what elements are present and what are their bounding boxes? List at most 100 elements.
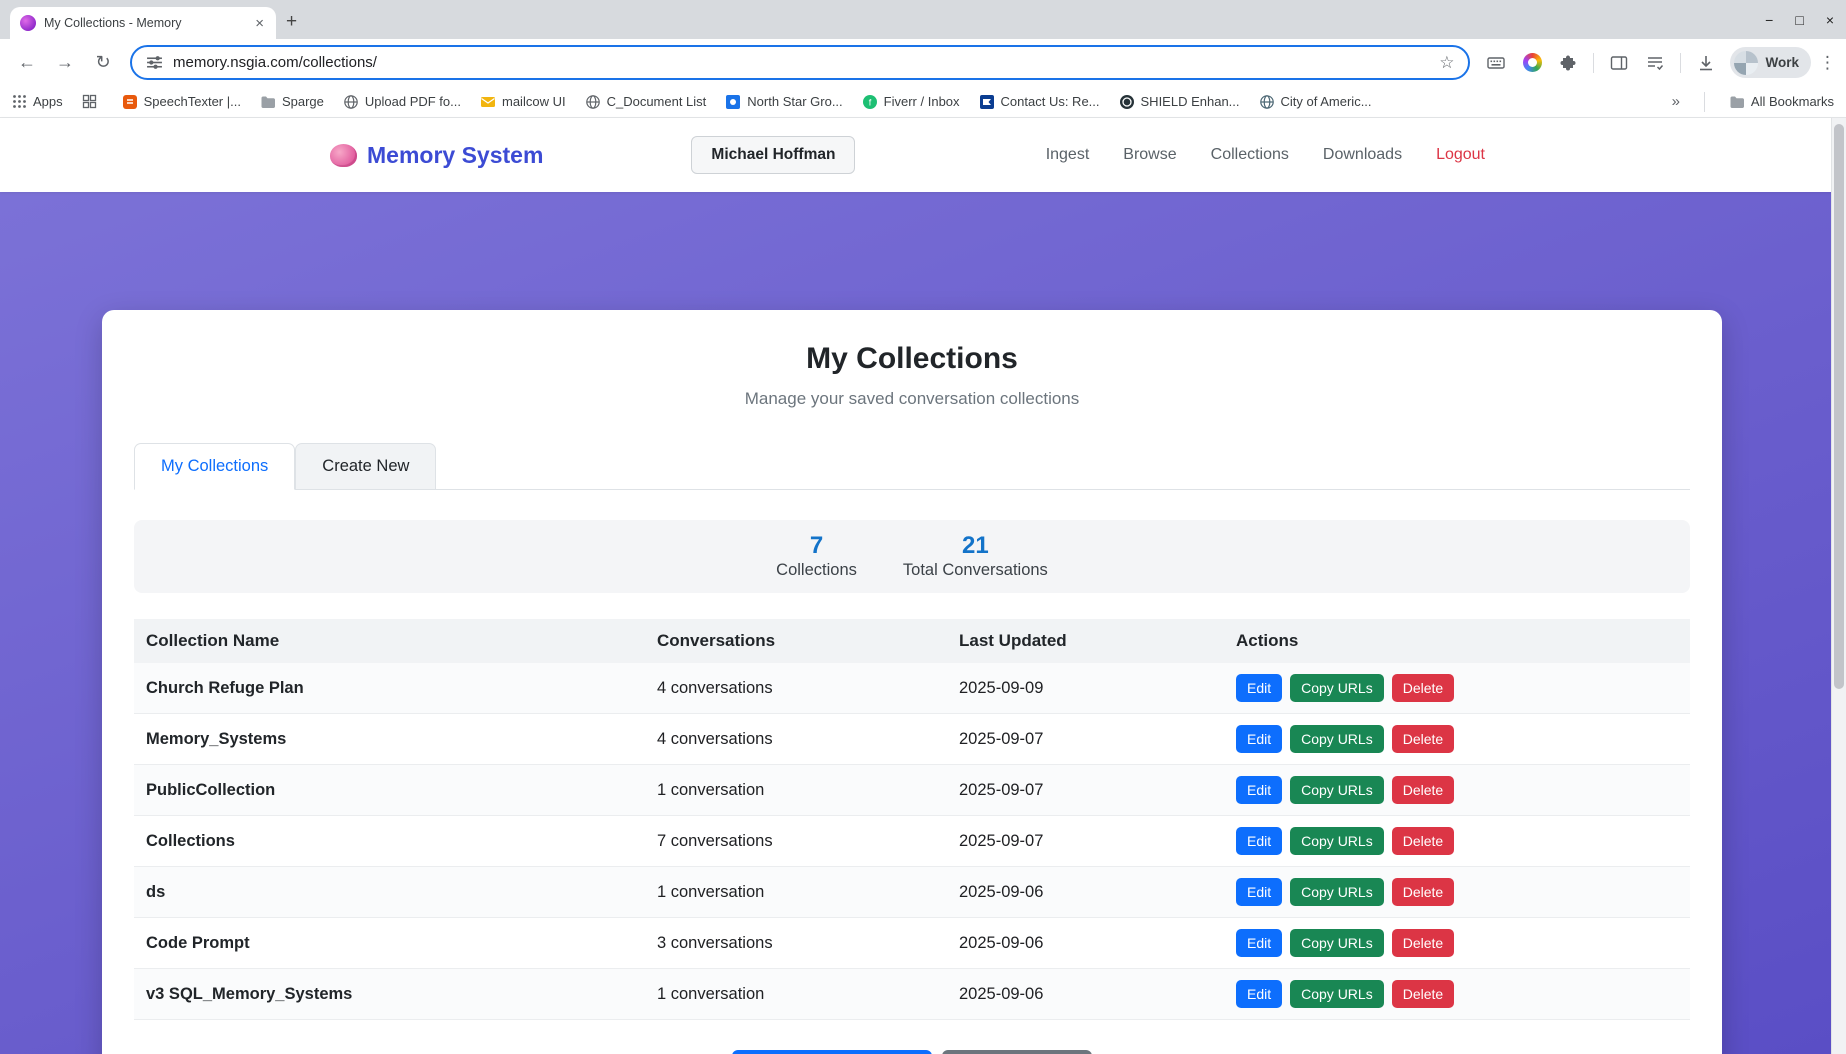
copy-urls-button[interactable]: Copy URLs xyxy=(1290,725,1384,753)
page-scrollbar[interactable] xyxy=(1831,118,1846,1054)
bookmark-upload-pdf[interactable]: Upload PDF fo... xyxy=(343,94,461,110)
nav-browse[interactable]: Browse xyxy=(1123,146,1176,164)
table-row: PublicCollection 1 conversation 2025-09-… xyxy=(134,765,1690,816)
collection-name: Memory_Systems xyxy=(146,729,287,748)
conversation-count: 4 conversations xyxy=(657,729,773,748)
tab-title: My Collections - Memory xyxy=(44,16,182,30)
bookmarks-overflow-icon[interactable]: » xyxy=(1672,93,1680,110)
maximize-button[interactable]: □ xyxy=(1795,12,1803,28)
apps-grid-icon xyxy=(13,95,26,108)
delete-button[interactable]: Delete xyxy=(1391,674,1455,702)
url-text[interactable]: memory.nsgia.com/collections/ xyxy=(173,54,1429,71)
page-background: Memory System Michael Hoffman Ingest Bro… xyxy=(0,118,1846,1054)
bookmark-grid[interactable] xyxy=(82,94,103,109)
copy-urls-button[interactable]: Copy URLs xyxy=(1290,980,1384,1008)
user-button[interactable]: Michael Hoffman xyxy=(691,136,856,174)
reload-button[interactable]: ↻ xyxy=(86,46,120,80)
delete-button[interactable]: Delete xyxy=(1391,776,1455,804)
tab-create-new[interactable]: Create New xyxy=(295,443,437,490)
collections-table: Collection Name Conversations Last Updat… xyxy=(134,619,1690,1020)
conversation-count: 4 conversations xyxy=(657,678,773,697)
back-button[interactable]: ← xyxy=(10,46,44,80)
edit-button[interactable]: Edit xyxy=(1236,980,1283,1008)
copy-urls-button[interactable]: Copy URLs xyxy=(1290,674,1384,702)
scrollbar-thumb[interactable] xyxy=(1834,124,1844,689)
keyboard-icon[interactable] xyxy=(1480,47,1512,79)
create-new-collection-button[interactable]: Create New Collection xyxy=(731,1050,932,1054)
browser-tab[interactable]: My Collections - Memory × xyxy=(10,7,276,39)
close-window-button[interactable]: × xyxy=(1826,12,1834,28)
table-row: Code Prompt 3 conversations 2025-09-06 E… xyxy=(134,918,1690,969)
reading-list-icon[interactable] xyxy=(1639,47,1671,79)
collection-name: v3 SQL_Memory_Systems xyxy=(146,984,353,1003)
bookmark-fiverr[interactable]: f Fiverr / Inbox xyxy=(862,94,960,110)
globe-icon xyxy=(344,94,358,109)
nav-collections[interactable]: Collections xyxy=(1211,146,1289,164)
copy-urls-button[interactable]: Copy URLs xyxy=(1290,878,1384,906)
tab-close-icon[interactable]: × xyxy=(253,14,266,33)
nav-ingest[interactable]: Ingest xyxy=(1046,146,1090,164)
copy-urls-button[interactable]: Copy URLs xyxy=(1290,827,1384,855)
bookmark-contact-us[interactable]: Contact Us: Re... xyxy=(979,94,1100,110)
edit-button[interactable]: Edit xyxy=(1236,929,1283,957)
nav-downloads[interactable]: Downloads xyxy=(1323,146,1402,164)
url-bar[interactable]: memory.nsgia.com/collections/ ☆ xyxy=(130,45,1471,80)
edit-button[interactable]: Edit xyxy=(1236,776,1283,804)
browser-menu-icon[interactable]: ⋮ xyxy=(1819,53,1836,73)
bookmark-north-star[interactable]: North Star Gro... xyxy=(725,94,843,110)
downloads-icon[interactable] xyxy=(1690,47,1722,79)
site-header: Memory System Michael Hoffman Ingest Bro… xyxy=(0,118,1846,192)
bookmark-star-icon[interactable]: ☆ xyxy=(1439,53,1454,73)
back-to-browse-button[interactable]: Back to Browse xyxy=(941,1050,1093,1054)
last-updated: 2025-09-06 xyxy=(959,984,1044,1003)
conversation-count: 1 conversation xyxy=(657,882,765,901)
conversation-count: 3 conversations xyxy=(657,933,773,952)
conversation-count: 7 conversations xyxy=(657,831,773,850)
folder-icon xyxy=(1730,96,1744,108)
delete-button[interactable]: Delete xyxy=(1391,827,1455,855)
toolbar-divider xyxy=(1680,52,1682,73)
last-updated: 2025-09-06 xyxy=(959,933,1044,952)
extensions-puzzle-icon[interactable] xyxy=(1552,47,1584,79)
card-tabs: My Collections Create New xyxy=(134,443,1690,490)
minimize-button[interactable]: − xyxy=(1765,12,1773,28)
delete-button[interactable]: Delete xyxy=(1391,878,1455,906)
new-tab-button[interactable]: + xyxy=(286,12,297,31)
delete-button[interactable]: Delete xyxy=(1391,929,1455,957)
copy-urls-button[interactable]: Copy URLs xyxy=(1290,929,1384,957)
edit-button[interactable]: Edit xyxy=(1236,878,1283,906)
edit-button[interactable]: Edit xyxy=(1236,725,1283,753)
tab-favicon-icon xyxy=(20,15,36,31)
bookmark-shield[interactable]: SHIELD Enhan... xyxy=(1119,94,1240,110)
all-bookmarks[interactable]: All Bookmarks xyxy=(1729,94,1834,110)
toolbar-divider xyxy=(1593,52,1595,73)
nav-logout[interactable]: Logout xyxy=(1436,146,1485,164)
delete-button[interactable]: Delete xyxy=(1391,725,1455,753)
bookmark-speechtexter[interactable]: SpeechTexter |... xyxy=(122,94,241,110)
bookmark-city-of-america[interactable]: City of Americ... xyxy=(1259,94,1372,110)
last-updated: 2025-09-06 xyxy=(959,882,1044,901)
site-info-icon[interactable] xyxy=(146,54,163,71)
color-wheel-extension-icon[interactable] xyxy=(1516,47,1548,79)
dark-circle-favicon xyxy=(1119,94,1134,109)
copy-urls-button[interactable]: Copy URLs xyxy=(1290,776,1384,804)
bookmark-apps[interactable]: Apps xyxy=(12,94,63,109)
bookmark-mailcow[interactable]: mailcow UI xyxy=(480,94,566,110)
bookmark-c-document-list[interactable]: C_Document List xyxy=(585,94,706,110)
side-panel-icon[interactable] xyxy=(1603,47,1635,79)
delete-button[interactable]: Delete xyxy=(1391,980,1455,1008)
last-updated: 2025-09-07 xyxy=(959,780,1044,799)
edit-button[interactable]: Edit xyxy=(1236,674,1283,702)
globe-icon xyxy=(585,94,600,109)
brand[interactable]: Memory System xyxy=(330,142,543,169)
folder-icon xyxy=(261,96,275,108)
page-subtitle: Manage your saved conversation collectio… xyxy=(744,389,1080,408)
edit-button[interactable]: Edit xyxy=(1236,827,1283,855)
card-footer: Create New Collection Back to Browse ▾ xyxy=(134,1050,1690,1054)
table-row: ds 1 conversation 2025-09-06 Edit Copy U… xyxy=(134,867,1690,918)
tab-my-collections[interactable]: My Collections xyxy=(134,443,296,490)
collection-name: Code Prompt xyxy=(146,933,250,952)
bookmark-sparge[interactable]: Sparge xyxy=(260,94,324,110)
profile-chip[interactable]: Work xyxy=(1730,47,1811,78)
forward-button[interactable]: → xyxy=(48,46,82,80)
